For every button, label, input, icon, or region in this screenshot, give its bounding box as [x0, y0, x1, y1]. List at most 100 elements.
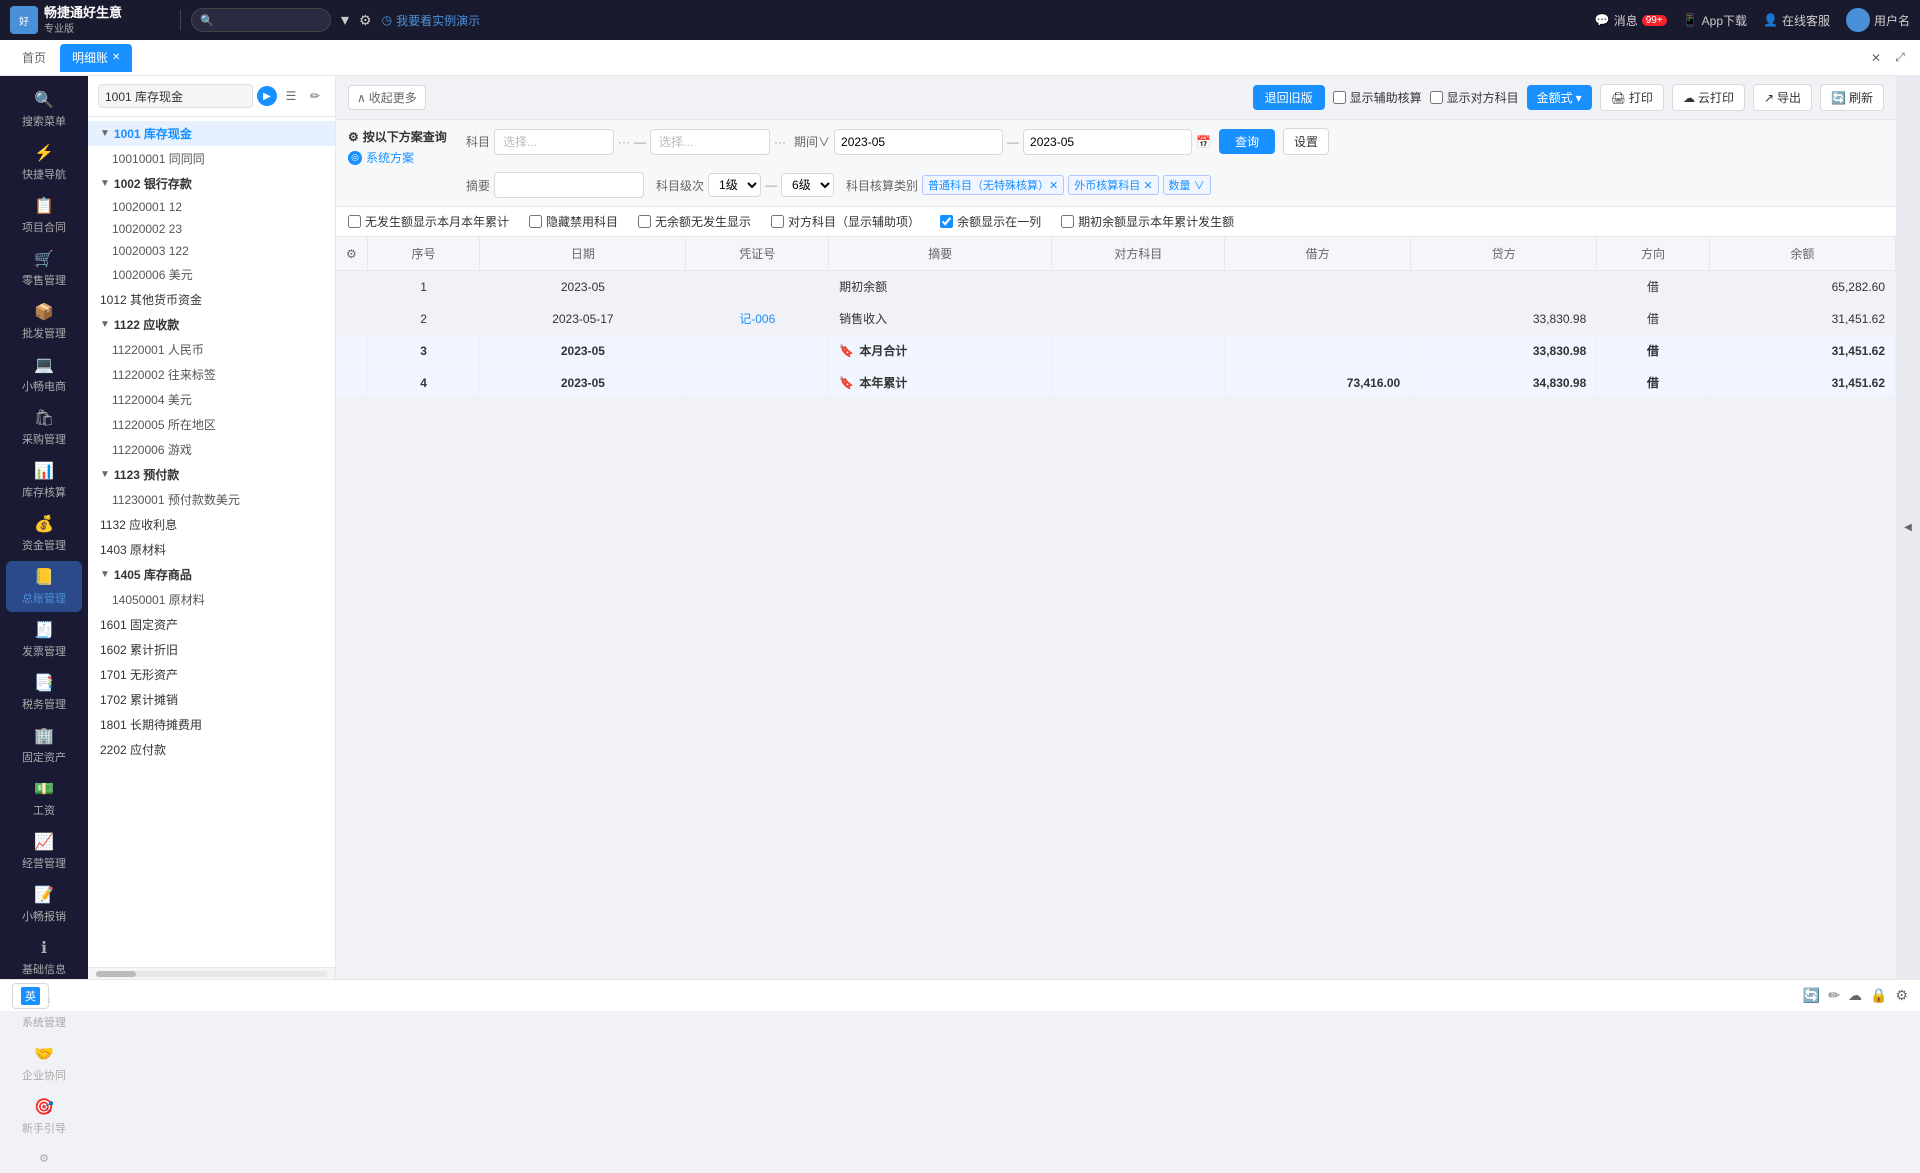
setting-btn[interactable]: 设置 — [1283, 128, 1329, 155]
tab-detail[interactable]: 明细账 ✕ — [60, 44, 132, 72]
demo-link[interactable]: ◷ 我要看实例演示 — [382, 12, 481, 29]
cb-balance-one-col[interactable]: 余额显示在一列 — [940, 213, 1041, 230]
online-service-btn[interactable]: 👤 在线客服 — [1763, 12, 1830, 29]
sidebar-item-search[interactable]: 🔍 搜索菜单 — [6, 84, 82, 135]
cb-no-balance[interactable]: 无余额无发生显示 — [638, 213, 751, 230]
print-btn[interactable]: 🖨 打印 — [1600, 84, 1664, 111]
lang-btn[interactable]: 英 — [12, 983, 49, 1009]
category-tag-2[interactable]: 外币核算科目 ✕ — [1068, 175, 1158, 195]
query-btn[interactable]: 查询 — [1219, 129, 1275, 154]
tab-close-btn[interactable]: ✕ — [1866, 48, 1886, 68]
export-btn[interactable]: ↗ 导出 — [1753, 84, 1812, 111]
tree-item-1602[interactable]: 1602 累计折旧 — [88, 637, 335, 662]
summary-input[interactable] — [494, 172, 644, 198]
status-icon-2[interactable]: ✏ — [1828, 987, 1840, 1004]
app-download-btn[interactable]: 📱 App下载 — [1683, 12, 1747, 29]
sidebar-item-inventory[interactable]: 📊 库存核算 — [6, 455, 82, 506]
tree-item-14050001[interactable]: 14050001 原材料 — [88, 587, 335, 612]
sidebar-item-asset[interactable]: 🏢 固定资产 — [6, 720, 82, 771]
tree-item-1123[interactable]: ▼ 1123 预付款 — [88, 462, 335, 487]
subject-field-input2[interactable] — [650, 129, 770, 155]
sidebar-item-retail[interactable]: 🛒 零售管理 — [6, 243, 82, 294]
tab-home[interactable]: 首页 — [10, 44, 58, 72]
tree-item-1405[interactable]: ▼ 1405 库存商品 — [88, 562, 335, 587]
sidebar-item-ledger[interactable]: 📒 总账管理 — [6, 561, 82, 612]
tree-item-1403[interactable]: 1403 原材料 — [88, 537, 335, 562]
period-calendar-icon[interactable]: 📅 — [1196, 135, 1211, 149]
user-area[interactable]: 用户名 — [1846, 8, 1910, 32]
sidebar-item-report[interactable]: 📝 小畅报销 — [6, 879, 82, 930]
tree-item-10020006[interactable]: 10020006 美元 — [88, 262, 335, 287]
sidebar-item-purchase[interactable]: 🛍 采购管理 — [6, 402, 82, 453]
cb-no-activity[interactable]: 无发生额显示本月本年累计 — [348, 213, 509, 230]
account-search-box[interactable]: 1001 库存现金 — [98, 84, 253, 108]
tree-item-10020003[interactable]: 10020003 122 — [88, 240, 335, 262]
subject-field-input[interactable] — [494, 129, 614, 155]
tree-item-1702[interactable]: 1702 累计摊销 — [88, 687, 335, 712]
tree-item-1001[interactable]: ▼ 1001 库存现金 — [88, 121, 335, 146]
gear-icon[interactable]: ⚙ — [359, 12, 372, 29]
tab-expand-btn[interactable]: ⤢ — [1890, 48, 1910, 68]
tree-item-1122[interactable]: ▼ 1122 应收款 — [88, 312, 335, 337]
sidebar-item-quick-nav[interactable]: ⚡ 快捷导航 — [6, 137, 82, 188]
tree-item-2202[interactable]: 2202 应付款 — [88, 737, 335, 762]
tree-item-1701[interactable]: 1701 无形资产 — [88, 662, 335, 687]
cloud-print-btn[interactable]: ☁ 云打印 — [1672, 84, 1745, 111]
sidebar-item-salary[interactable]: 💵 工资 — [6, 773, 82, 824]
category-tag-3[interactable]: 数量 ∨ — [1163, 175, 1211, 195]
period-end-input[interactable] — [1023, 129, 1192, 155]
sidebar-item-ecommerce[interactable]: 💻 小畅电商 — [6, 349, 82, 400]
voucher-link-2[interactable]: 记-006 — [739, 312, 775, 326]
tree-item-1012[interactable]: 1012 其他货币资金 — [88, 287, 335, 312]
tree-item-11220006[interactable]: 11220006 游戏 — [88, 437, 335, 462]
cb-hide-disabled[interactable]: 隐藏禁用科目 — [529, 213, 618, 230]
tree-item-11220002[interactable]: 11220002 往来标签 — [88, 362, 335, 387]
period-start-input[interactable] — [834, 129, 1003, 155]
th-settings[interactable]: ⚙ — [336, 237, 367, 271]
tab-detail-close[interactable]: ✕ — [112, 52, 120, 63]
sidebar-item-invoice[interactable]: 🧾 发票管理 — [6, 614, 82, 665]
sidebar-item-wholesale[interactable]: 📦 批发管理 — [6, 296, 82, 347]
sidebar-item-guide[interactable]: 🎯 新手引导 — [6, 1091, 82, 1142]
sidebar-item-basic[interactable]: ℹ 基础信息 — [6, 932, 82, 983]
tree-item-1601[interactable]: 1601 固定资产 — [88, 612, 335, 637]
level-end-select[interactable]: 6级5级 — [781, 173, 834, 197]
cb-show-opposite[interactable]: 对方科目（显示辅助项） — [771, 213, 920, 230]
tree-item-10020001[interactable]: 10020001 12 — [88, 196, 335, 218]
status-icon-3[interactable]: ☁ — [1848, 987, 1862, 1004]
tree-item-11220001[interactable]: 11220001 人民币 — [88, 337, 335, 362]
account-edit-icon[interactable]: ✏ — [305, 86, 325, 106]
tree-item-10010001[interactable]: 10010001 同同同 — [88, 146, 335, 171]
top-search[interactable]: 🔍 — [191, 8, 331, 32]
level-start-select[interactable]: 1级2级 — [708, 173, 761, 197]
refresh-btn[interactable]: 🔄 刷新 — [1820, 84, 1884, 111]
tree-item-1801[interactable]: 1801 长期待摊费用 — [88, 712, 335, 737]
back-old-btn[interactable]: 退回旧版 — [1253, 85, 1325, 110]
account-list-icon[interactable]: ☰ — [281, 86, 301, 106]
tree-item-10020002[interactable]: 10020002 23 — [88, 218, 335, 240]
message-btn[interactable]: 💬 消息 99+ — [1595, 12, 1667, 29]
category-tag-1[interactable]: 普通科目（无特殊核算）✕ — [922, 175, 1064, 195]
status-icon-5[interactable]: ⚙ — [1895, 987, 1908, 1004]
tree-item-11220005[interactable]: 11220005 所在地区 — [88, 412, 335, 437]
sidebar-item-finance[interactable]: 💰 资金管理 — [6, 508, 82, 559]
tree-item-1002[interactable]: ▼ 1002 银行存款 — [88, 171, 335, 196]
tree-item-1132[interactable]: 1132 应收利息 — [88, 512, 335, 537]
cb-show-period-total[interactable]: 期初余额显示本年累计发生额 — [1061, 213, 1234, 230]
status-icon-1[interactable]: 🔄 — [1803, 987, 1820, 1004]
tree-item-11220004[interactable]: 11220004 美元 — [88, 387, 335, 412]
show-subject-checkbox[interactable]: 显示对方科目 — [1430, 89, 1519, 106]
status-icon-4[interactable]: 🔒 — [1870, 987, 1887, 1004]
sidebar-item-tax[interactable]: 📑 税务管理 — [6, 667, 82, 718]
sidebar-gear[interactable]: ⚙ — [6, 1144, 82, 1173]
currency-dropdown-btn[interactable]: 金额式 ▾ — [1527, 85, 1592, 110]
account-nav-arrow[interactable]: ▶ — [257, 86, 277, 106]
account-tree-scrollbar[interactable] — [88, 967, 335, 979]
sidebar-item-business[interactable]: 📈 经营管理 — [6, 826, 82, 877]
sidebar-item-enterprise[interactable]: 🤝 企业协同 — [6, 1038, 82, 1089]
tree-item-11230001[interactable]: 11230001 预付款数美元 — [88, 487, 335, 512]
scheme-btn[interactable]: ◎ 系统方案 — [348, 149, 458, 166]
collapse-btn[interactable]: ∧ 收起更多 — [348, 85, 426, 110]
right-edge-panel[interactable]: ◀ — [1896, 76, 1920, 979]
dropdown-icon[interactable]: ▾ — [341, 10, 349, 30]
